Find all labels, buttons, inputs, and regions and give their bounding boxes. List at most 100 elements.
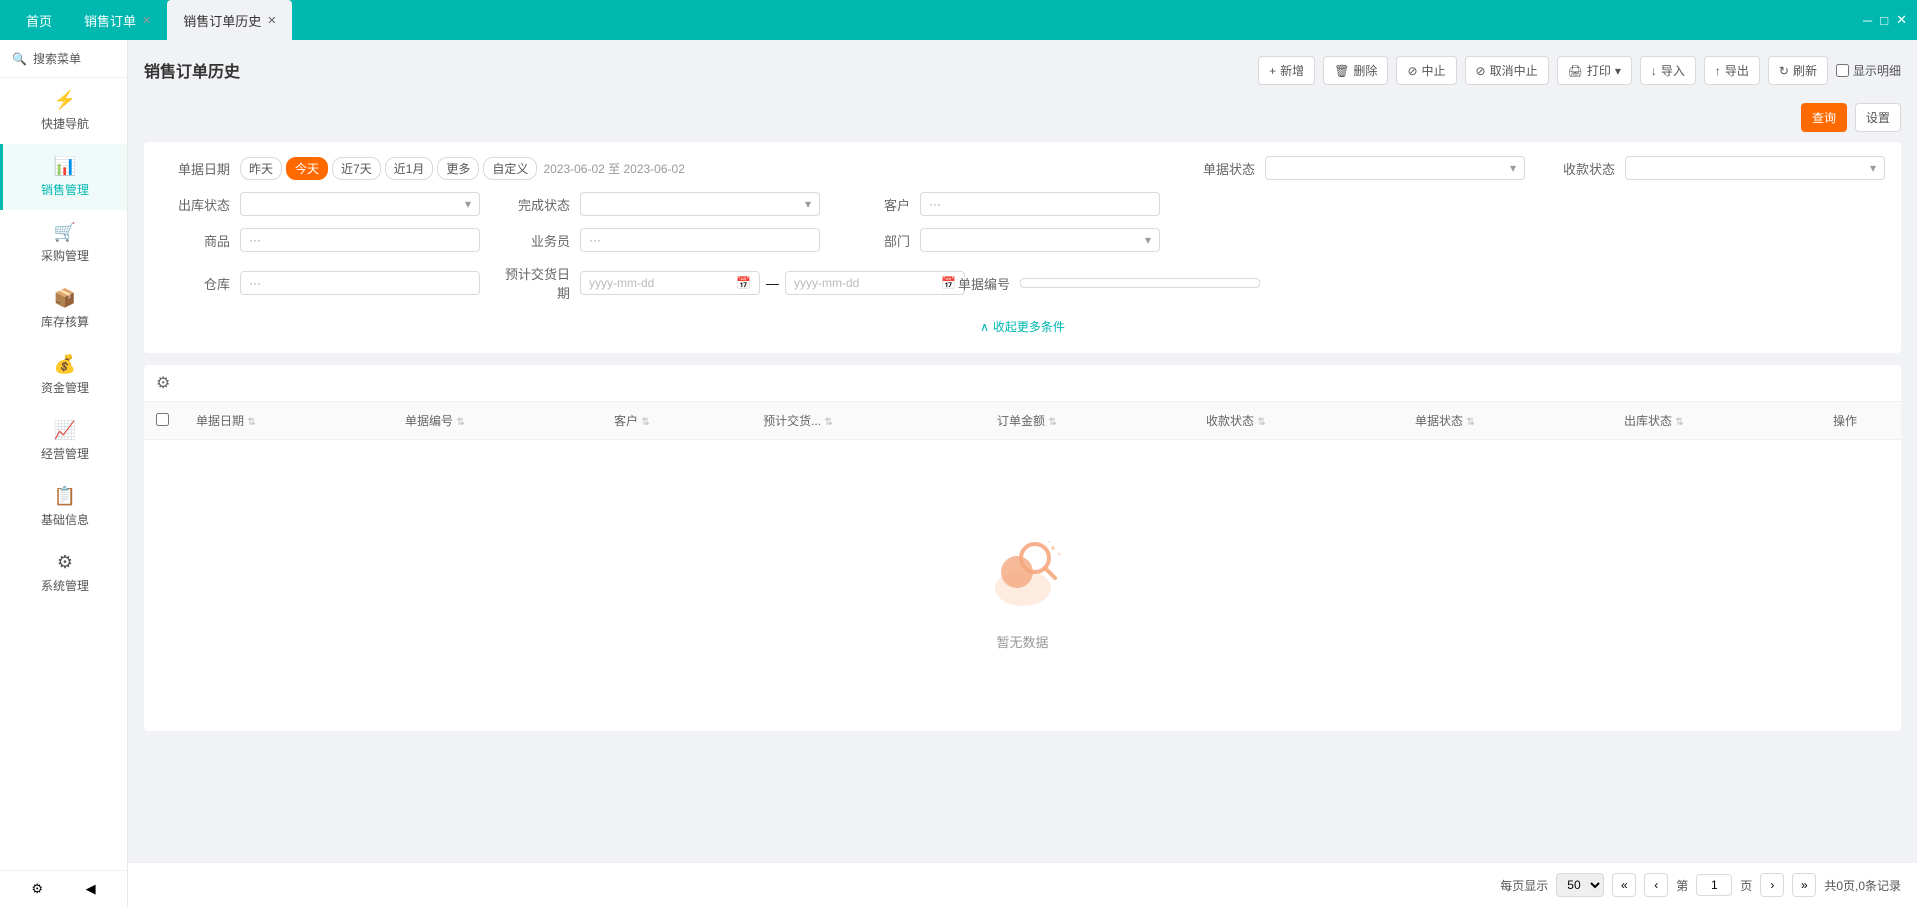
stop-button[interactable]: ⊘ 中止 — [1396, 56, 1456, 85]
sort-order-icon[interactable]: ⇅ — [456, 417, 464, 428]
salesperson-select[interactable]: ··· — [580, 228, 820, 252]
delivery-date-to[interactable]: yyyy-mm-dd 📅 — [785, 271, 965, 295]
cancel-stop-button[interactable]: ⊘ 取消中止 — [1465, 56, 1549, 85]
refresh-button[interactable]: ↻ 刷新 — [1768, 56, 1828, 85]
warehouse-select[interactable]: ··· — [240, 271, 480, 295]
sort-delivery-icon[interactable]: ⇅ — [824, 417, 832, 428]
page-size-select[interactable]: 50 — [1556, 873, 1604, 897]
tab-sales-order[interactable]: 销售订单 ✕ — [68, 0, 167, 40]
goods-label: 商品 — [160, 231, 240, 250]
delivery-date-from[interactable]: yyyy-mm-dd 📅 — [580, 271, 760, 295]
settings-button[interactable]: 设置 — [1855, 103, 1901, 132]
last-page-btn[interactable]: » — [1792, 873, 1816, 897]
sidebar-item-basic-info[interactable]: 📋 基础信息 — [0, 474, 127, 540]
date-btn-1month[interactable]: 近1月 — [385, 157, 434, 180]
finance-icon: 💰 — [54, 354, 76, 375]
sidebar-item-inventory[interactable]: 📦 库存核算 — [0, 276, 127, 342]
date-range-display: 2023-06-02 至 2023-06-02 — [543, 160, 684, 177]
tab-home[interactable]: 首页 — [10, 0, 68, 40]
sidebar-item-finance[interactable]: 💰 资金管理 — [0, 342, 127, 408]
sidebar-item-sales[interactable]: 📊 销售管理 — [0, 144, 127, 210]
new-icon: + — [1269, 64, 1276, 78]
tab-sales-order-close[interactable]: ✕ — [142, 14, 151, 27]
export-icon: ↑ — [1715, 64, 1721, 78]
content-area: 销售订单历史 + 新增 🗑 删除 ⊘ 中止 ⊘ — [128, 40, 1917, 862]
quick-nav-icon: ⚡ — [54, 90, 76, 111]
customer-select[interactable]: ··· — [920, 192, 1160, 216]
goods-dots: ··· — [249, 233, 261, 247]
complete-status-select[interactable]: ▾ — [580, 192, 820, 216]
date-btn-today[interactable]: 今天 — [286, 157, 328, 180]
export-button[interactable]: ↑ 导出 — [1704, 56, 1760, 85]
cancel-stop-icon: ⊘ — [1476, 64, 1486, 78]
order-no-input[interactable] — [1020, 278, 1260, 288]
sort-amount-icon[interactable]: ⇅ — [1048, 417, 1056, 428]
order-no-label: 单据编号 — [940, 274, 1020, 293]
sidebar-bottom: ⚙ ◀ — [0, 870, 127, 907]
table-toolbar: ⚙ — [144, 365, 1901, 402]
status-select[interactable]: ▾ — [1265, 156, 1525, 180]
display-cols-input[interactable] — [1836, 64, 1849, 77]
sort-customer-icon[interactable]: ⇅ — [641, 417, 649, 428]
col-customer: 客户 ⇅ — [602, 402, 751, 440]
collapse-sidebar-icon[interactable]: ◀ — [86, 881, 96, 897]
warehouse-dots: ··· — [249, 276, 261, 290]
delete-button[interactable]: 🗑 删除 — [1323, 56, 1388, 85]
window-min-btn[interactable]: ─ — [1863, 13, 1872, 28]
tab-sales-order-history-close[interactable]: ✕ — [267, 14, 276, 27]
search-icon: 🔍 — [12, 52, 27, 66]
select-all-checkbox[interactable] — [156, 413, 169, 426]
sidebar-item-purchase[interactable]: 🛒 采购管理 — [0, 210, 127, 276]
col-delivery-date: 预计交货... ⇅ — [751, 402, 985, 440]
date-btn-more[interactable]: 更多 — [437, 157, 479, 180]
date-btn-custom[interactable]: 自定义 — [483, 157, 537, 180]
new-button[interactable]: + 新增 — [1258, 56, 1315, 85]
topbar: 首页 销售订单 ✕ 销售订单历史 ✕ ─ □ ✕ — [0, 0, 1917, 40]
table-settings-icon[interactable]: ⚙ — [156, 373, 170, 393]
collapse-up-icon: ∧ — [980, 320, 989, 334]
window-close-btn[interactable]: ✕ — [1896, 12, 1907, 28]
inventory-icon: 📦 — [54, 288, 76, 309]
sort-out-icon[interactable]: ⇅ — [1675, 417, 1683, 428]
col-payment-status: 收款状态 ⇅ — [1194, 402, 1403, 440]
sidebar-item-system[interactable]: ⚙ 系统管理 — [0, 540, 127, 606]
sidebar-item-quick-nav[interactable]: ⚡ 快捷导航 — [0, 78, 127, 144]
dept-select[interactable]: ▾ — [920, 228, 1160, 252]
collapse-button[interactable]: ∧ 收起更多条件 — [980, 318, 1065, 335]
first-page-btn[interactable]: « — [1612, 873, 1636, 897]
status-label: 单据状态 — [1185, 159, 1265, 178]
next-page-btn[interactable]: › — [1760, 873, 1784, 897]
current-page-input[interactable] — [1696, 874, 1732, 896]
toolbar: + 新增 🗑 删除 ⊘ 中止 ⊘ 取消中止 — [1258, 56, 1901, 85]
sidebar-search[interactable]: 🔍 搜索菜单 — [0, 40, 127, 78]
col-doc-status: 单据状态 ⇅ — [1403, 402, 1612, 440]
display-cols-checkbox[interactable]: 显示明细 — [1836, 62, 1901, 79]
prev-page-btn[interactable]: ‹ — [1644, 873, 1668, 897]
col-actions: 操作 — [1821, 402, 1901, 440]
main-content: 销售订单历史 + 新增 🗑 删除 ⊘ 中止 ⊘ — [128, 40, 1917, 907]
col-order-no: 单据编号 ⇅ — [393, 402, 602, 440]
tab-sales-order-history[interactable]: 销售订单历史 ✕ — [167, 0, 292, 40]
goods-select[interactable]: ··· — [240, 228, 480, 252]
date-btn-yesterday[interactable]: 昨天 — [240, 157, 282, 180]
sort-payment-icon[interactable]: ⇅ — [1257, 417, 1265, 428]
sidebar-item-operations[interactable]: 📈 经营管理 — [0, 408, 127, 474]
calendar-from-icon[interactable]: 📅 — [736, 276, 751, 290]
settings-bottom-icon[interactable]: ⚙ — [31, 881, 43, 897]
out-status-select[interactable]: ▾ — [240, 192, 480, 216]
empty-text: 暂无数据 — [996, 632, 1048, 651]
payment-status-select[interactable]: ▾ — [1625, 156, 1885, 180]
sort-date-icon[interactable]: ⇅ — [247, 417, 255, 428]
window-max-btn[interactable]: □ — [1880, 13, 1888, 28]
query-button[interactable]: 查询 — [1801, 103, 1847, 132]
print-button[interactable]: 🖨 打印 ▾ — [1557, 56, 1632, 85]
stop-icon: ⊘ — [1407, 64, 1417, 78]
page-label: 第 — [1676, 877, 1688, 894]
date-btn-7days[interactable]: 近7天 — [332, 157, 381, 180]
operations-icon: 📈 — [54, 420, 76, 441]
page-title: 销售订单历史 — [144, 58, 240, 82]
sort-doc-icon[interactable]: ⇅ — [1466, 417, 1474, 428]
payment-select-arrow: ▾ — [1870, 161, 1876, 175]
import-button[interactable]: ↓ 导入 — [1640, 56, 1696, 85]
print-icon: 🖨 — [1568, 64, 1583, 78]
